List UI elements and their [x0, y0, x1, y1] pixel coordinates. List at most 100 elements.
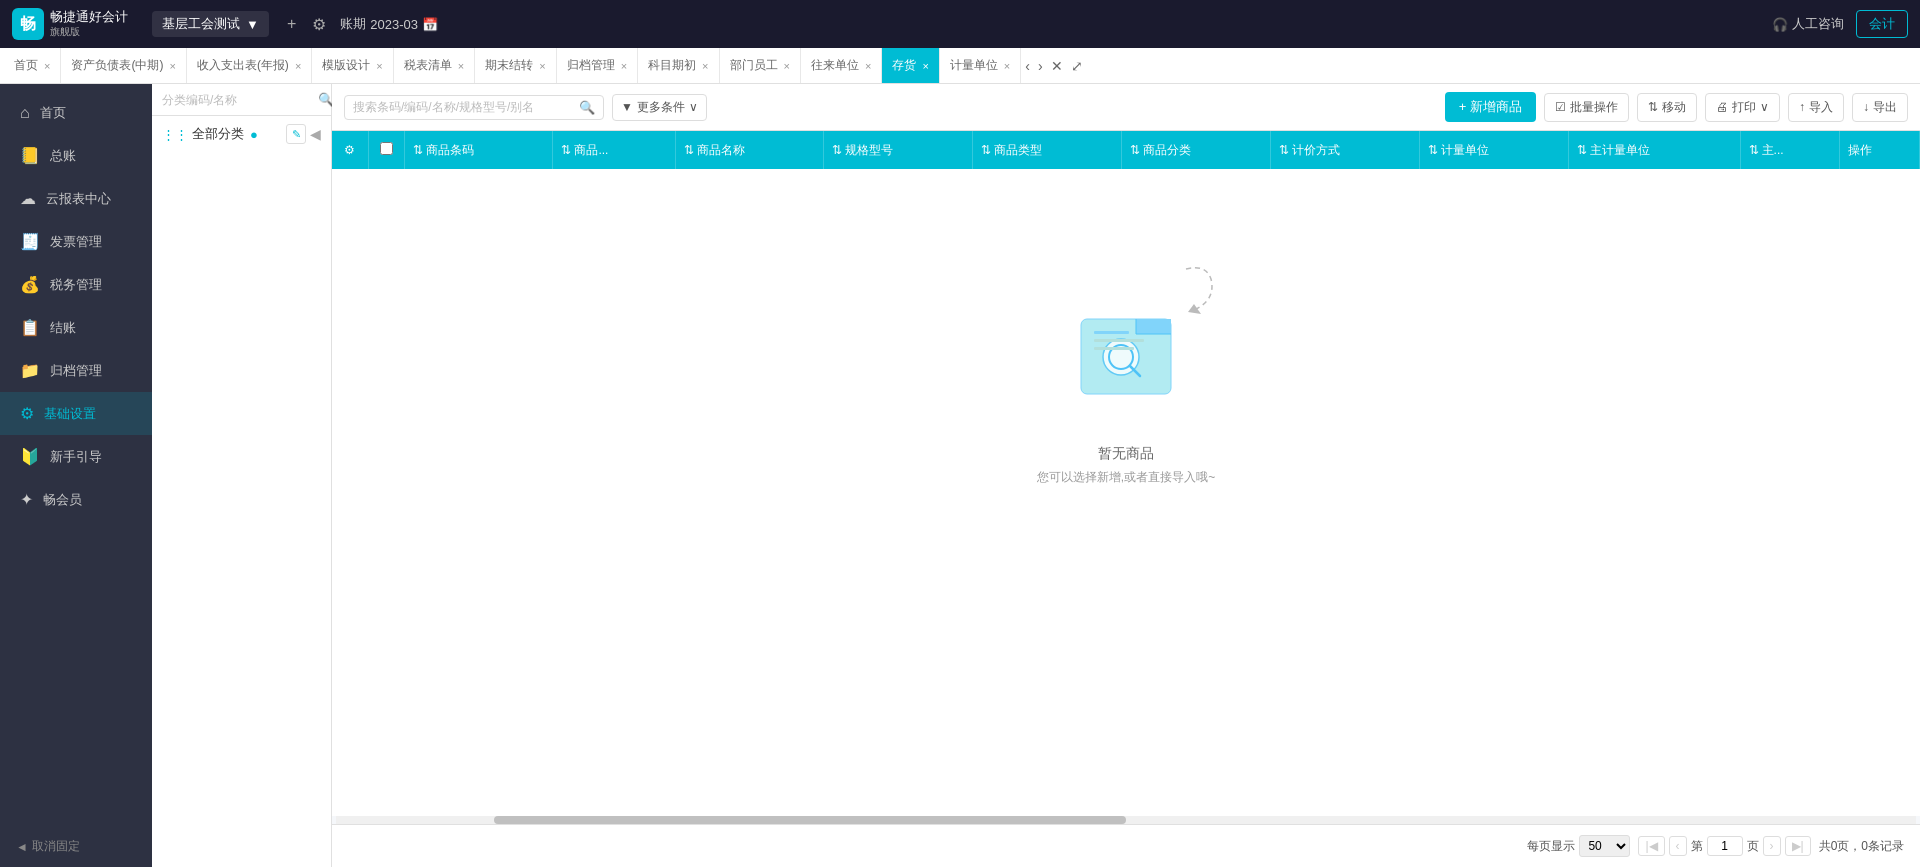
tab-close-all-button[interactable]: ✕ — [1047, 58, 1067, 74]
prev-page-button[interactable]: ‹ — [1669, 836, 1687, 856]
tab-inventory-label: 存货 — [892, 57, 916, 74]
tab-home[interactable]: 首页 × — [4, 48, 61, 84]
company-selector[interactable]: 基层工会测试 ▼ — [152, 11, 269, 37]
consult-button[interactable]: 🎧 人工咨询 — [1772, 15, 1844, 33]
col-price-method[interactable]: ⇅ 计价方式 — [1271, 131, 1420, 169]
import-button[interactable]: ↑ 导入 — [1788, 93, 1844, 122]
first-page-button[interactable]: |◀ — [1638, 836, 1664, 856]
sidebar-item-closing[interactable]: 📋 结账 — [0, 306, 152, 349]
col-spec-sort: ⇅ — [832, 143, 842, 157]
batch-operation-button[interactable]: ☑ 批量操作 — [1544, 93, 1629, 122]
tab-tax-close[interactable]: × — [458, 60, 464, 72]
sidebar-item-tax[interactable]: 💰 税务管理 — [0, 263, 152, 306]
tab-template-close[interactable]: × — [376, 60, 382, 72]
last-page-button[interactable]: ▶| — [1785, 836, 1811, 856]
svg-rect-7 — [1094, 347, 1134, 350]
tab-period-end[interactable]: 期末结转 × — [475, 48, 556, 84]
tab-period-end-label: 期末结转 — [485, 57, 533, 74]
col-main-unit[interactable]: ⇅ 主计量单位 — [1568, 131, 1740, 169]
col-spec[interactable]: ⇅ 规格型号 — [824, 131, 973, 169]
category-search-input[interactable] — [162, 93, 312, 107]
sidebar-item-settings[interactable]: ⚙ 基础设置 — [0, 392, 152, 435]
sidebar-item-vip[interactable]: ✦ 畅会员 — [0, 478, 152, 521]
tab-income-label: 收入支出表(年报) — [197, 57, 289, 74]
sidebar-item-invoice[interactable]: 🧾 发票管理 — [0, 220, 152, 263]
export-button[interactable]: ↓ 导出 — [1852, 93, 1908, 122]
horizontal-scrollbar[interactable] — [336, 816, 1916, 824]
tab-template[interactable]: 模版设计 × — [312, 48, 393, 84]
scroll-thumb[interactable] — [494, 816, 1126, 824]
top-actions: + ⚙ — [283, 11, 330, 38]
tab-income-close[interactable]: × — [295, 60, 301, 72]
col-extra[interactable]: ⇅ 主... — [1740, 131, 1839, 169]
sidebar-item-ledger[interactable]: 📒 总账 — [0, 134, 152, 177]
select-all-checkbox[interactable] — [380, 142, 393, 155]
tab-subject[interactable]: 科目期初 × — [638, 48, 719, 84]
tab-subject-close[interactable]: × — [702, 60, 708, 72]
sidebar-item-reports[interactable]: ☁ 云报表中心 — [0, 177, 152, 220]
all-category-item[interactable]: ⋮⋮ 全部分类 ● ✎ ◀ — [152, 116, 331, 152]
col-unit[interactable]: ⇅ 计量单位 — [1419, 131, 1568, 169]
main-layout: ⌂ 首页 📒 总账 ☁ 云报表中心 🧾 发票管理 💰 税务管理 📋 结账 📁 归… — [0, 84, 1920, 867]
tab-archive-close[interactable]: × — [621, 60, 627, 72]
col-settings[interactable]: ⚙ — [332, 131, 368, 169]
tab-unit-close[interactable]: × — [1004, 60, 1010, 72]
tab-next-button[interactable]: › — [1034, 58, 1047, 74]
category-edit-button[interactable]: ✎ — [286, 124, 306, 144]
more-filter-button[interactable]: ▼ 更多条件 ∨ — [612, 94, 707, 121]
page-size-selector: 每页显示 10 20 50 100 — [1527, 835, 1630, 857]
tab-partner[interactable]: 往来单位 × — [801, 48, 882, 84]
per-page-select[interactable]: 10 20 50 100 — [1579, 835, 1630, 857]
tab-subject-label: 科目期初 — [648, 57, 696, 74]
tab-period-end-close[interactable]: × — [539, 60, 545, 72]
tab-home-close[interactable]: × — [44, 60, 50, 72]
col-extra-label: 主... — [1762, 142, 1784, 159]
page-number-input[interactable] — [1707, 836, 1743, 856]
col-unit-sort: ⇅ — [1428, 143, 1438, 157]
tab-tax[interactable]: 税表清单 × — [394, 48, 475, 84]
col-main-unit-sort: ⇅ — [1577, 143, 1587, 157]
all-category-label: 全部分类 — [192, 125, 244, 143]
col-checkbox[interactable] — [368, 131, 404, 169]
product-search-input[interactable] — [353, 100, 573, 114]
print-button[interactable]: 🖨 打印 ∨ — [1705, 93, 1780, 122]
app-name-area: 畅捷通好会计 旗舰版 — [50, 9, 128, 39]
tab-unit[interactable]: 计量单位 × — [940, 48, 1021, 84]
tab-prev-button[interactable]: ‹ — [1021, 58, 1034, 74]
top-bar: 畅 畅捷通好会计 旗舰版 基层工会测试 ▼ + ⚙ 账期 2023-03 📅 🎧… — [0, 0, 1920, 48]
tab-assets-close[interactable]: × — [169, 60, 175, 72]
tab-department[interactable]: 部门员工 × — [720, 48, 801, 84]
product-table-container: ⚙ ⇅ 商品条码 — [332, 131, 1920, 816]
tab-inventory-close[interactable]: × — [922, 60, 928, 72]
table-header-row: ⚙ ⇅ 商品条码 — [332, 131, 1920, 169]
category-collapse-button[interactable]: ◀ — [310, 124, 321, 144]
product-search-icon[interactable]: 🔍 — [579, 100, 595, 115]
tab-assets[interactable]: 资产负债表(中期) × — [61, 48, 186, 84]
unpin-button[interactable]: ◄ 取消固定 — [0, 826, 152, 867]
account-button[interactable]: 会计 — [1856, 10, 1908, 38]
sidebar-item-archiving[interactable]: 📁 归档管理 — [0, 349, 152, 392]
add-tab-button[interactable]: + — [283, 11, 300, 37]
tab-partner-close[interactable]: × — [865, 60, 871, 72]
print-chevron: ∨ — [1760, 100, 1769, 114]
move-icon: ⇅ — [1648, 100, 1658, 114]
sidebar-item-home[interactable]: ⌂ 首页 — [0, 92, 152, 134]
col-type[interactable]: ⇅ 商品类型 — [973, 131, 1122, 169]
col-barcode[interactable]: ⇅ 商品条码 — [404, 131, 553, 169]
sidebar-item-guide[interactable]: 🔰 新手引导 — [0, 435, 152, 478]
period-info: 账期 2023-03 📅 — [340, 15, 438, 33]
tab-inventory[interactable]: 存货 × — [882, 48, 939, 84]
add-product-button[interactable]: + 新增商品 — [1445, 92, 1536, 122]
tab-department-close[interactable]: × — [784, 60, 790, 72]
next-page-button[interactable]: › — [1763, 836, 1781, 856]
move-button[interactable]: ⇅ 移动 — [1637, 93, 1697, 122]
settings-button[interactable]: ⚙ — [308, 11, 330, 38]
col-category[interactable]: ⇅ 商品分类 — [1122, 131, 1271, 169]
col-unit-label: 计量单位 — [1441, 142, 1489, 159]
calendar-icon[interactable]: 📅 — [422, 17, 438, 32]
tab-archive[interactable]: 归档管理 × — [557, 48, 638, 84]
col-name[interactable]: ⇅ 商品名称 — [675, 131, 824, 169]
col-code[interactable]: ⇅ 商品... — [553, 131, 675, 169]
tab-expand-button[interactable]: ⤢ — [1067, 58, 1087, 74]
tab-income[interactable]: 收入支出表(年报) × — [187, 48, 312, 84]
